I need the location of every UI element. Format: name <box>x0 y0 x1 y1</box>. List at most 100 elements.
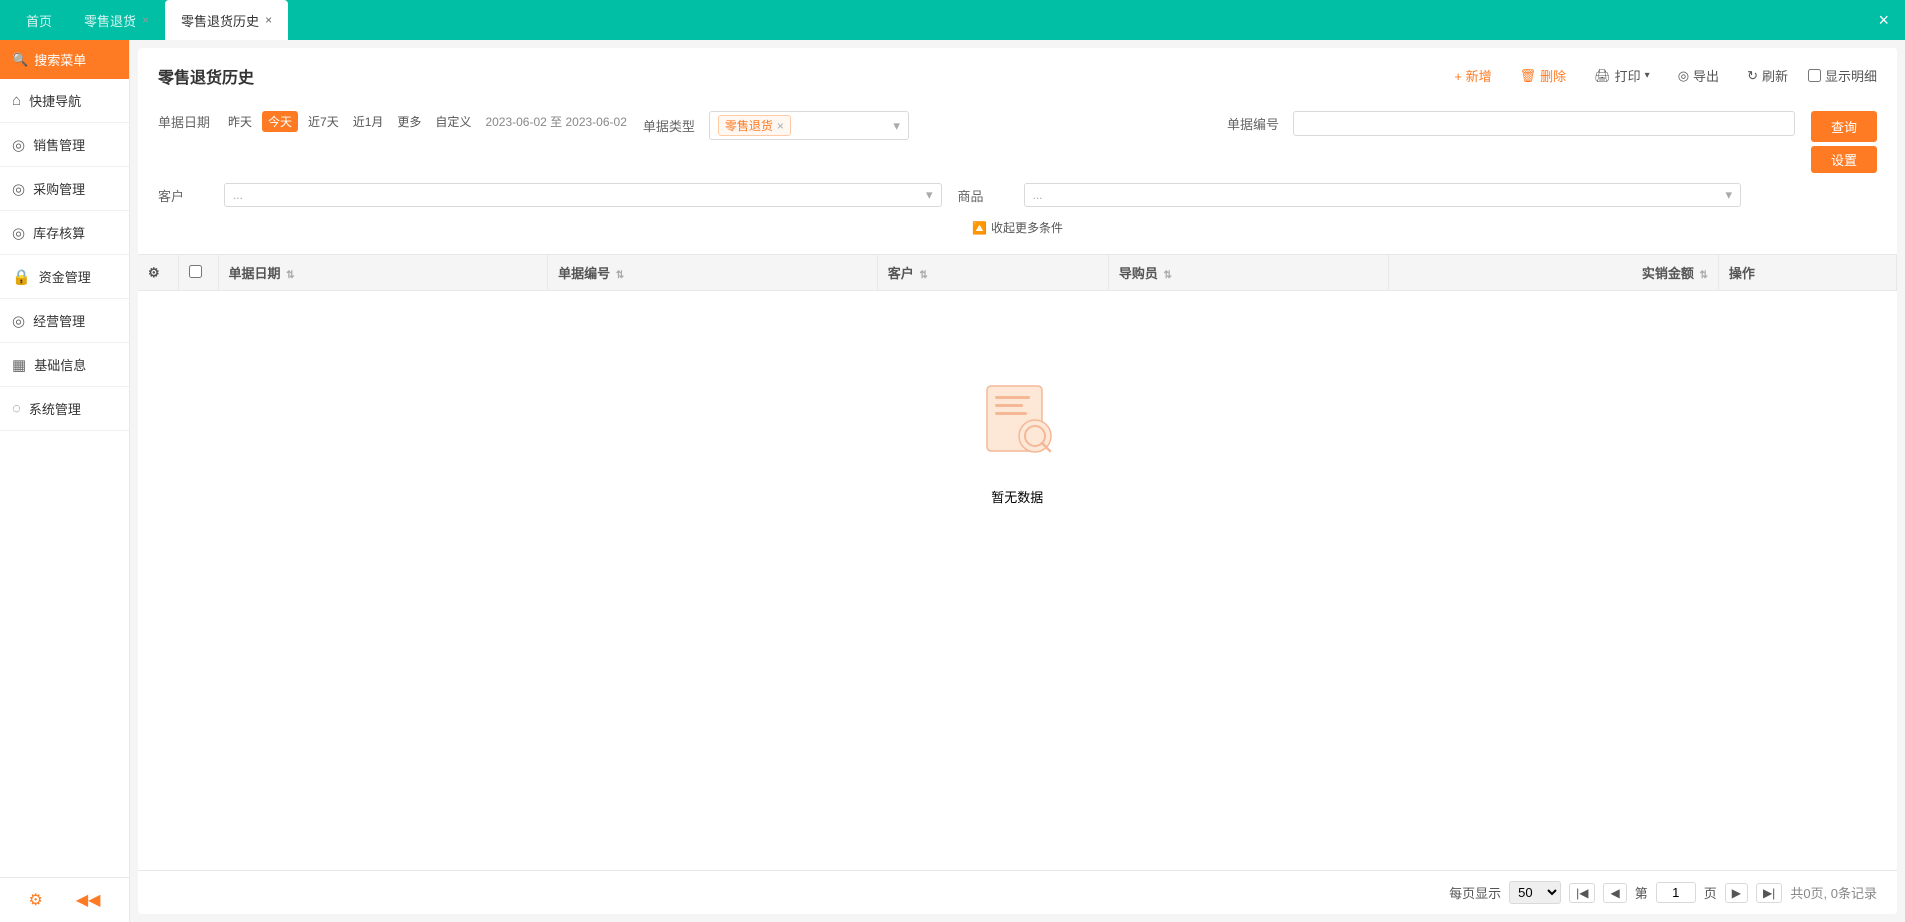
th-date-label: 单据日期 <box>229 266 281 281</box>
voucher-type-arrow-icon: ▾ <box>893 118 900 134</box>
export-icon: ◎ <box>1678 68 1689 84</box>
page-word: 第 <box>1635 883 1648 902</box>
tab-retail-return-close[interactable]: × <box>142 13 149 27</box>
display-detail-label: 显示明细 <box>1825 66 1877 85</box>
goods-select[interactable]: ... ▾ <box>1024 183 1742 207</box>
query-button[interactable]: 查询 <box>1811 111 1877 142</box>
tab-home[interactable]: 首页 <box>10 0 68 40</box>
table-container: ⚙ 单据日期 ⇅ 单据编号 ⇅ <box>138 255 1897 870</box>
basic-info-icon: ▦ <box>12 356 26 374</box>
inventory-icon: ◎ <box>12 224 25 242</box>
date-today-btn[interactable]: 今天 <box>262 111 298 132</box>
sidebar-item-operations[interactable]: ◎ 经营管理 <box>0 299 129 343</box>
first-page-button[interactable]: |◀ <box>1569 883 1595 903</box>
th-customer: 客户 ⇅ <box>877 255 1108 291</box>
table-settings-icon[interactable]: ⚙ <box>148 265 160 280</box>
sidebar-item-sales-label: 销售管理 <box>33 135 85 154</box>
tab-retail-return-history-label: 零售退货历史 <box>181 11 259 30</box>
window-close-button[interactable]: × <box>1862 10 1905 31</box>
print-chevron-icon: ▾ <box>1645 70 1650 81</box>
th-amount: 实销金额 ⇅ <box>1389 255 1719 291</box>
display-detail-checkbox[interactable] <box>1808 69 1821 82</box>
voucher-no-input[interactable] <box>1293 111 1795 136</box>
select-all-checkbox[interactable] <box>189 265 202 278</box>
date-range-display: 2023-06-02 至 2023-06-02 <box>485 113 626 130</box>
delete-icon: 🗑 <box>1520 68 1537 84</box>
customer-label: 客户 <box>158 186 218 205</box>
tab-retail-return-history[interactable]: 零售退货历史 × <box>165 0 288 40</box>
display-detail-toggle[interactable]: 显示明细 <box>1808 66 1877 85</box>
customer-select[interactable]: ... ▾ <box>224 183 942 207</box>
chevron-up-icon: 🔼 <box>972 221 987 235</box>
voucher-type-tag-close[interactable]: × <box>777 119 784 133</box>
th-guide-sort-icon[interactable]: ⇅ <box>1164 270 1172 281</box>
sidebar-search[interactable]: 🔍 搜索菜单 <box>0 40 129 79</box>
th-date-sort-icon[interactable]: ⇅ <box>286 270 294 281</box>
data-table: ⚙ 单据日期 ⇅ 单据编号 ⇅ <box>138 255 1897 586</box>
print-button[interactable]: 🖨 打印 ▾ <box>1586 62 1658 89</box>
th-action-label: 操作 <box>1729 266 1755 281</box>
sidebar-item-inventory[interactable]: ◎ 库存核算 <box>0 211 129 255</box>
search-icon: 🔍 <box>12 52 28 68</box>
th-settings[interactable]: ⚙ <box>138 255 178 291</box>
sidebar-item-operations-label: 经营管理 <box>33 311 85 330</box>
sidebar-item-basic-info[interactable]: ▦ 基础信息 <box>0 343 129 387</box>
date-quick-filters: 昨天 今天 近7天 近1月 更多 自定义 <box>224 111 475 132</box>
date-1month-btn[interactable]: 近1月 <box>349 111 388 132</box>
date-yesterday-btn[interactable]: 昨天 <box>224 111 256 132</box>
add-button-label: + 新增 <box>1454 66 1491 85</box>
th-checkbox[interactable] <box>178 255 218 291</box>
page-number-input[interactable] <box>1656 882 1696 903</box>
th-no: 单据编号 ⇅ <box>548 255 878 291</box>
empty-state: 暂无数据 <box>138 291 1897 586</box>
goods-placeholder: ... <box>1033 188 1043 202</box>
sidebar-volume-button[interactable]: ◀◀ <box>76 890 101 910</box>
page-header: 零售退货历史 + 新增 🗑 删除 🖨 打印 ▾ <box>138 48 1897 255</box>
date-7days-btn[interactable]: 近7天 <box>304 111 343 132</box>
th-guide-label: 导购员 <box>1119 266 1158 281</box>
toolbar: + 新增 🗑 删除 🖨 打印 ▾ ◎ 导出 <box>1446 62 1877 89</box>
sidebar-item-finance-label: 资金管理 <box>39 267 91 286</box>
tab-list: 首页 零售退货 × 零售退货历史 × <box>10 0 1862 40</box>
th-customer-sort-icon[interactable]: ⇅ <box>919 270 927 281</box>
collapse-label: 收起更多条件 <box>991 219 1063 236</box>
delete-button[interactable]: 🗑 删除 <box>1512 62 1575 89</box>
sidebar-bottom: ⚙ ◀◀ <box>0 877 129 922</box>
last-page-button[interactable]: ▶| <box>1756 883 1782 903</box>
th-action: 操作 <box>1718 255 1896 291</box>
sidebar: 🔍 搜索菜单 ⌂ 快捷导航 ◎ 销售管理 ◎ 采购管理 ◎ 库存核算 🔒 资金管… <box>0 40 130 922</box>
sidebar-item-sales-mgmt[interactable]: ◎ 销售管理 <box>0 123 129 167</box>
sidebar-item-quick-nav[interactable]: ⌂ 快捷导航 <box>0 79 129 123</box>
th-customer-label: 客户 <box>888 266 914 281</box>
voucher-type-tag-text: 零售退货 <box>725 117 773 134</box>
sidebar-item-purchase-label: 采购管理 <box>33 179 85 198</box>
empty-icon <box>967 371 1067 471</box>
th-no-sort-icon[interactable]: ⇅ <box>616 270 624 281</box>
tab-retail-return-history-close[interactable]: × <box>265 13 272 27</box>
export-button[interactable]: ◎ 导出 <box>1670 62 1727 89</box>
sidebar-gear-button[interactable]: ⚙ <box>29 890 43 910</box>
setting-button[interactable]: 设置 <box>1811 146 1877 173</box>
th-amount-label: 实销金额 <box>1642 266 1694 281</box>
top-bar: 首页 零售退货 × 零售退货历史 × × <box>0 0 1905 40</box>
sidebar-item-system-mgmt[interactable]: ◌ 系统管理 <box>0 387 129 431</box>
th-amount-sort-icon[interactable]: ⇅ <box>1700 270 1708 281</box>
sidebar-item-purchase-mgmt[interactable]: ◎ 采购管理 <box>0 167 129 211</box>
sidebar-search-label: 搜索菜单 <box>34 50 86 69</box>
next-page-button[interactable]: ▶ <box>1725 883 1748 903</box>
voucher-type-select[interactable]: 零售退货 × ▾ <box>709 111 909 140</box>
page-header-top: 零售退货历史 + 新增 🗑 删除 🖨 打印 ▾ <box>158 62 1877 89</box>
page-size-select[interactable]: 50 10 20 100 <box>1509 881 1561 904</box>
customer-placeholder: ... <box>233 188 243 202</box>
collapse-filters-btn[interactable]: 🔼 收起更多条件 <box>158 213 1877 244</box>
tab-retail-return[interactable]: 零售退货 × <box>68 0 165 40</box>
date-more-btn[interactable]: 更多 <box>393 111 425 132</box>
refresh-button[interactable]: ↻ 刷新 <box>1739 62 1796 89</box>
add-button[interactable]: + 新增 <box>1446 62 1499 89</box>
prev-page-button[interactable]: ◀ <box>1603 883 1626 903</box>
sidebar-item-finance[interactable]: 🔒 资金管理 <box>0 255 129 299</box>
tab-retail-return-label: 零售退货 <box>84 11 136 30</box>
sidebar-item-quick-nav-label: 快捷导航 <box>29 91 81 110</box>
date-filter-label: 单据日期 <box>158 112 218 131</box>
date-custom-btn[interactable]: 自定义 <box>431 111 475 132</box>
